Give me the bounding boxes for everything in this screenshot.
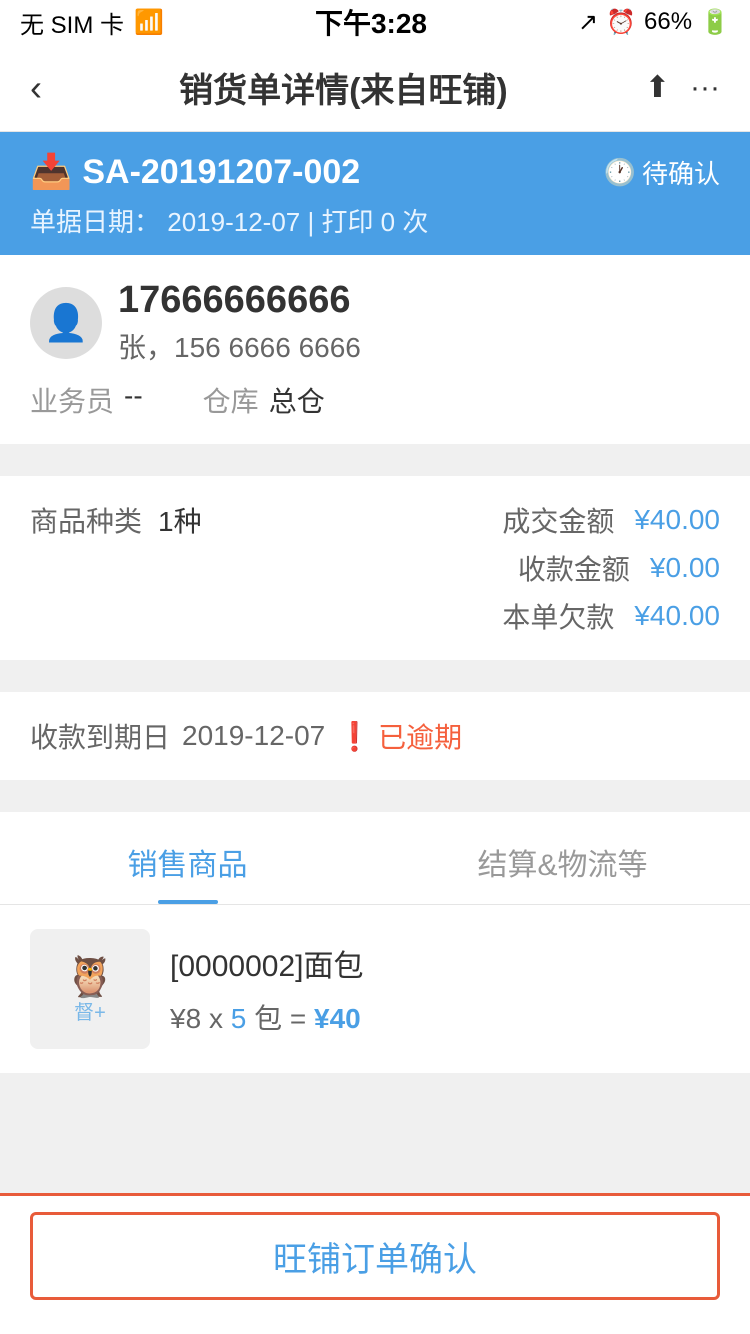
page-title: 销货单详情(来自旺铺) — [179, 63, 508, 112]
print-info: | 打印 0 次 — [307, 207, 428, 237]
quantity: 5 — [231, 1003, 247, 1034]
received-value: ¥0.00 — [650, 552, 720, 584]
unit-label: 包 — [254, 1003, 282, 1034]
received-amount-row: 收款金额 ¥0.00 — [518, 548, 720, 588]
alarm-icon: ⏰ — [606, 8, 636, 37]
order-icon: 📥 — [30, 152, 72, 192]
overdue-label: 已逾期 — [378, 716, 462, 756]
product-price-row: ¥8 x 5 包 = ¥40 — [170, 997, 720, 1037]
divider-1 — [0, 460, 750, 476]
product-thumbnail: 🦉 督+ — [30, 929, 150, 1049]
order-number-row: 📥 SA-20191207-002 🕐 待确认 — [30, 152, 720, 192]
tab-settlement-logistics[interactable]: 结算&物流等 — [375, 812, 750, 904]
due-date-value: 2019-12-07 — [182, 720, 325, 752]
tab-sales-products-label: 销售商品 — [128, 849, 248, 882]
overdue-icon: ❗ — [337, 720, 372, 753]
order-date: 单据日期： 2019-12-07 | 打印 0 次 — [30, 202, 720, 239]
status-bar-right: ↗ ⏰ 66% 🔋 — [578, 8, 730, 37]
product-type-label: 商品种类 — [30, 500, 142, 540]
salesperson-value: -- — [124, 380, 143, 420]
product-info: [0000002]面包 ¥8 x 5 包 = ¥40 — [170, 941, 720, 1037]
status-clock-icon: 🕐 — [604, 157, 636, 188]
divider-2 — [0, 676, 750, 692]
tab-sales-products[interactable]: 销售商品 — [0, 812, 375, 904]
status-bar: 无 SIM 卡 📶 下午3:28 ↗ ⏰ 66% 🔋 — [0, 0, 750, 44]
total-price: ¥40 — [314, 1003, 361, 1034]
warehouse-item: 仓库 总仓 — [203, 380, 325, 420]
warehouse-label: 仓库 — [203, 380, 259, 420]
customer-phone: 17666666666 — [118, 279, 361, 322]
avatar-icon: 👤 — [44, 302, 89, 344]
status-label: 待确认 — [642, 154, 720, 191]
due-section: 收款到期日 2019-12-07 ❗ 已逾期 — [0, 692, 750, 780]
bottom-bar: 旺铺订单确认 — [0, 1193, 750, 1334]
confirm-order-button[interactable]: 旺铺订单确认 — [30, 1212, 720, 1300]
equals-sign: = — [290, 1003, 314, 1034]
unit-price: ¥8 — [170, 1003, 201, 1034]
status-bar-time: 下午3:28 — [315, 2, 427, 42]
share-button[interactable]: ⬆ — [645, 70, 670, 105]
more-button[interactable]: ··· — [690, 71, 720, 105]
customer-avatar: 👤 — [30, 287, 102, 359]
location-icon: ↗ — [578, 8, 598, 37]
battery-icon: 🔋 — [700, 8, 730, 37]
date-prefix: 单据日期： — [30, 207, 160, 237]
tab-settlement-logistics-label: 结算&物流等 — [477, 849, 647, 882]
wifi-icon: 📶 — [134, 8, 164, 37]
customer-section: 👤 17666666666 张，156 6666 6666 业务员 -- 仓库 … — [0, 255, 750, 444]
stats-section: 商品种类 1种 成交金额 ¥40.00 收款金额 ¥0.00 本单欠款 ¥40.… — [0, 476, 750, 660]
product-type-area: 商品种类 1种 — [30, 500, 202, 540]
nav-actions: ⬆ ··· — [645, 70, 720, 105]
owed-amount-row: 本单欠款 ¥40.00 — [502, 596, 720, 636]
owed-label: 本单欠款 — [502, 596, 614, 636]
deal-amount-label: 成交金额 — [502, 500, 614, 540]
customer-top: 👤 17666666666 张，156 6666 6666 — [30, 279, 720, 366]
product-type-value: 1种 — [158, 500, 202, 540]
due-date-label: 收款到期日 — [30, 716, 170, 756]
divider-3 — [0, 796, 750, 812]
product-item: 🦉 督+ [0000002]面包 ¥8 x 5 包 = ¥40 — [0, 905, 750, 1073]
salesperson-label: 业务员 — [30, 380, 114, 420]
order-number-text: SA-20191207-002 — [82, 153, 360, 192]
order-number: 📥 SA-20191207-002 — [30, 152, 360, 192]
customer-name: 张，156 6666 6666 — [118, 326, 361, 366]
overdue-badge: ❗ 已逾期 — [337, 716, 462, 756]
battery-label: 66% — [644, 8, 692, 36]
carrier-label: 无 SIM 卡 — [20, 5, 124, 40]
salesperson-item: 业务员 -- — [30, 380, 143, 420]
received-label: 收款金额 — [518, 548, 630, 588]
order-status: 🕐 待确认 — [604, 154, 720, 191]
amount-area: 成交金额 ¥40.00 收款金额 ¥0.00 本单欠款 ¥40.00 — [502, 500, 720, 636]
warehouse-value: 总仓 — [269, 380, 325, 420]
brand-icon: 🦉 — [65, 953, 115, 1000]
order-header: 📥 SA-20191207-002 🕐 待确认 单据日期： 2019-12-07… — [0, 132, 750, 255]
back-button[interactable]: ‹ — [30, 67, 42, 109]
multiply-sign: x — [209, 1003, 231, 1034]
product-name: [0000002]面包 — [170, 941, 720, 985]
deal-amount-value: ¥40.00 — [634, 504, 720, 536]
tabs-bar: 销售商品 结算&物流等 — [0, 812, 750, 905]
date-value: 2019-12-07 — [167, 207, 300, 237]
nav-bar: ‹ 销货单详情(来自旺铺) ⬆ ··· — [0, 44, 750, 132]
customer-meta: 业务员 -- 仓库 总仓 — [30, 380, 720, 420]
product-section: 🦉 督+ [0000002]面包 ¥8 x 5 包 = ¥40 — [0, 905, 750, 1073]
deal-amount-row: 成交金额 ¥40.00 — [502, 500, 720, 540]
owed-value: ¥40.00 — [634, 600, 720, 632]
brand-sub-label: 督+ — [74, 996, 106, 1025]
status-bar-left: 无 SIM 卡 📶 — [20, 5, 164, 40]
